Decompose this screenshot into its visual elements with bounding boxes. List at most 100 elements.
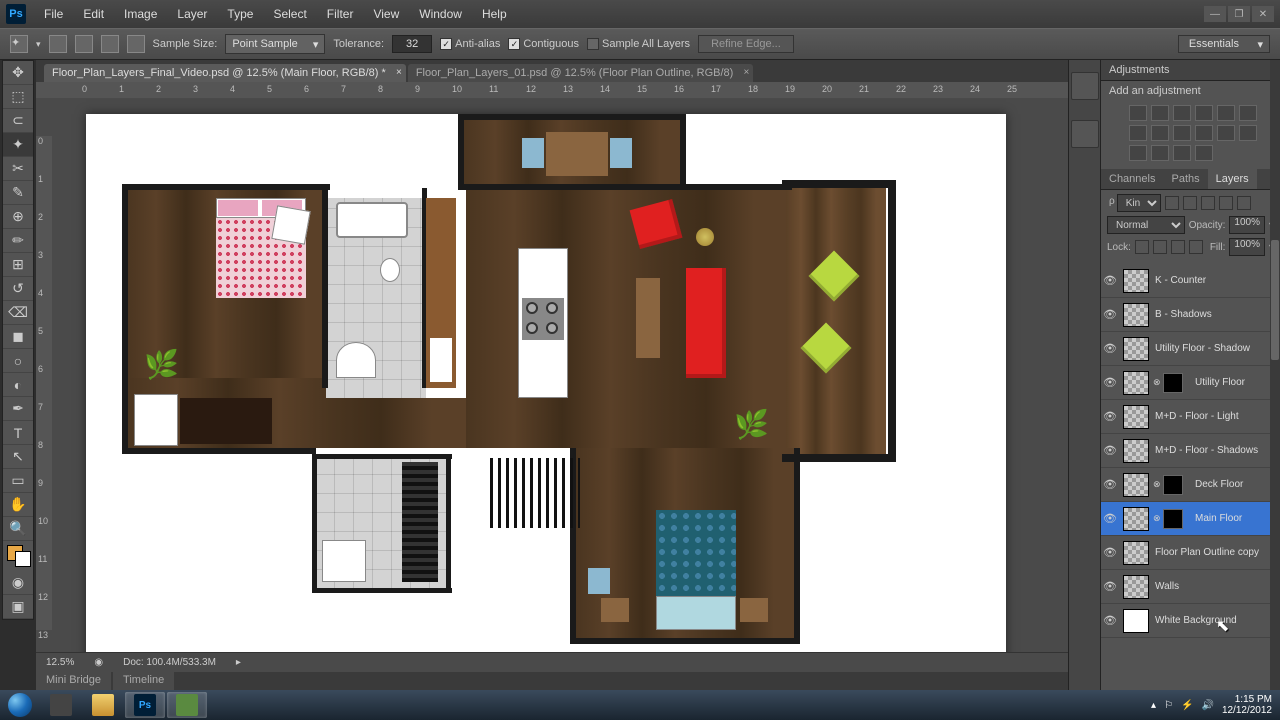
- taskbar-explorer[interactable]: [83, 692, 123, 718]
- menu-edit[interactable]: Edit: [73, 7, 114, 21]
- eraser-tool[interactable]: ⌫: [3, 301, 33, 325]
- layer-name[interactable]: Utility Floor - Shadow: [1153, 343, 1280, 354]
- history-brush-tool[interactable]: ↺: [3, 277, 33, 301]
- visibility-icon[interactable]: 👁: [1101, 342, 1119, 355]
- layer-thumbnail[interactable]: [1123, 609, 1149, 633]
- zoom-level[interactable]: 12.5%: [46, 657, 74, 668]
- tray-flag-icon[interactable]: ⚐: [1164, 700, 1173, 711]
- healing-tool[interactable]: ⊕: [3, 205, 33, 229]
- visibility-icon[interactable]: 👁: [1101, 308, 1119, 321]
- layer-row[interactable]: 👁⊗Deck Floor: [1101, 468, 1280, 502]
- brightness-adjustment-icon[interactable]: [1129, 105, 1147, 121]
- document-tab-2[interactable]: Floor_Plan_Layers_01.psd @ 12.5% (Floor …: [408, 64, 754, 82]
- stamp-tool[interactable]: ⊞: [3, 253, 33, 277]
- hue-adjustment-icon[interactable]: [1239, 105, 1257, 121]
- taskbar-photoshop[interactable]: Ps: [125, 692, 165, 718]
- layer-row[interactable]: 👁Floor Plan Outline copy: [1101, 536, 1280, 570]
- lock-transparency-icon[interactable]: [1135, 240, 1149, 254]
- visibility-icon[interactable]: 👁: [1101, 580, 1119, 593]
- menu-view[interactable]: View: [363, 7, 409, 21]
- layer-name[interactable]: B - Shadows: [1153, 309, 1280, 320]
- tray-power-icon[interactable]: ⚡: [1181, 700, 1193, 711]
- colorlookup-adjustment-icon[interactable]: [1217, 125, 1235, 141]
- lasso-tool[interactable]: ⊂: [3, 109, 33, 133]
- layer-thumbnail[interactable]: [1123, 575, 1149, 599]
- layers-tab[interactable]: Layers: [1208, 169, 1257, 189]
- tool-dropdown-icon[interactable]: ▾: [36, 39, 41, 50]
- layer-name[interactable]: Deck Floor: [1187, 479, 1280, 490]
- layer-thumbnail[interactable]: [1123, 439, 1149, 463]
- close-tab-icon[interactable]: ×: [396, 67, 402, 78]
- system-tray[interactable]: ▴ ⚐ ⚡ 🔊 1:15 PM 12/12/2012: [1143, 694, 1280, 716]
- gradientmap-adjustment-icon[interactable]: [1173, 145, 1191, 161]
- selective-adjustment-icon[interactable]: [1195, 145, 1213, 161]
- gradient-tool[interactable]: ◼: [3, 325, 33, 349]
- layer-mask-thumbnail[interactable]: [1163, 373, 1183, 393]
- close-tab-icon[interactable]: ×: [743, 67, 749, 78]
- layer-thumbnail[interactable]: [1123, 269, 1149, 293]
- timeline-tab[interactable]: Timeline: [113, 672, 174, 690]
- menu-help[interactable]: Help: [472, 7, 517, 21]
- close-button[interactable]: ✕: [1252, 6, 1274, 22]
- magic-wand-tool[interactable]: ✦: [3, 133, 33, 157]
- subtract-selection-icon[interactable]: [101, 35, 119, 53]
- visibility-icon[interactable]: 👁: [1101, 614, 1119, 627]
- posterize-adjustment-icon[interactable]: [1129, 145, 1147, 161]
- lock-all-icon[interactable]: [1189, 240, 1203, 254]
- document-tab-1[interactable]: Floor_Plan_Layers_Final_Video.psd @ 12.5…: [44, 64, 406, 82]
- layer-row[interactable]: 👁 White Background: [1101, 604, 1280, 638]
- menu-filter[interactable]: Filter: [317, 7, 364, 21]
- visibility-icon[interactable]: 👁: [1101, 376, 1119, 389]
- refine-edge-button[interactable]: Refine Edge...: [698, 35, 794, 53]
- channelmixer-adjustment-icon[interactable]: [1195, 125, 1213, 141]
- hand-tool[interactable]: ✋: [3, 493, 33, 517]
- marquee-tool[interactable]: ⬚: [3, 85, 33, 109]
- filter-type-icon[interactable]: [1201, 196, 1215, 210]
- colorbalance-adjustment-icon[interactable]: [1129, 125, 1147, 141]
- crop-tool[interactable]: ✂: [3, 157, 33, 181]
- layer-name[interactable]: Utility Floor: [1187, 377, 1280, 388]
- layer-row[interactable]: 👁 Utility Floor - Shadow: [1101, 332, 1280, 366]
- layer-row[interactable]: 👁M+D - Floor - Shadows: [1101, 434, 1280, 468]
- visibility-icon[interactable]: 👁: [1101, 410, 1119, 423]
- layer-thumbnail[interactable]: [1123, 541, 1149, 565]
- layer-row[interactable]: 👁M+D - Floor - Light: [1101, 400, 1280, 434]
- shape-tool[interactable]: ▭: [3, 469, 33, 493]
- zoom-tool[interactable]: 🔍: [3, 517, 33, 541]
- color-swatches[interactable]: [3, 541, 33, 571]
- paths-tab[interactable]: Paths: [1163, 169, 1207, 189]
- workspace-select[interactable]: Essentials: [1178, 35, 1270, 53]
- layer-row[interactable]: 👁 B - Shadows: [1101, 298, 1280, 332]
- layer-row[interactable]: 👁⊗Main Floor: [1101, 502, 1280, 536]
- layer-name[interactable]: Main Floor: [1187, 513, 1280, 524]
- menu-file[interactable]: File: [34, 7, 73, 21]
- new-selection-icon[interactable]: [49, 35, 67, 53]
- dodge-tool[interactable]: ◐: [3, 373, 33, 397]
- add-selection-icon[interactable]: [75, 35, 93, 53]
- contiguous-checkbox[interactable]: ✓: [508, 38, 520, 50]
- layer-name[interactable]: White Background: [1153, 615, 1280, 626]
- layer-thumbnail[interactable]: [1123, 303, 1149, 327]
- doc-info-dropdown-icon[interactable]: ▸: [236, 657, 241, 668]
- path-tool[interactable]: ↖: [3, 445, 33, 469]
- layer-row[interactable]: 👁⊗Utility Floor: [1101, 366, 1280, 400]
- lock-pixels-icon[interactable]: [1153, 240, 1167, 254]
- layer-scrollbar[interactable]: [1270, 264, 1280, 698]
- blur-tool[interactable]: ○: [3, 349, 33, 373]
- history-panel-icon[interactable]: [1071, 72, 1099, 100]
- layer-filter-select[interactable]: Kind: [1117, 194, 1161, 212]
- blend-mode-select[interactable]: Normal: [1107, 216, 1185, 234]
- menu-type[interactable]: Type: [217, 7, 263, 21]
- taskbar-app-2[interactable]: [167, 692, 207, 718]
- layer-row[interactable]: 👁K - Counter: [1101, 264, 1280, 298]
- layer-list[interactable]: 👁K - Counter👁B - Shadows👁Utility Floor -…: [1101, 264, 1280, 698]
- visibility-icon[interactable]: 👁: [1101, 546, 1119, 559]
- mini-bridge-tab[interactable]: Mini Bridge: [36, 672, 111, 690]
- taskbar-app-1[interactable]: [41, 692, 81, 718]
- eyedropper-tool[interactable]: ✎: [3, 181, 33, 205]
- visibility-icon[interactable]: 👁: [1101, 274, 1119, 287]
- layer-thumbnail[interactable]: [1123, 405, 1149, 429]
- layer-thumbnail[interactable]: [1123, 337, 1149, 361]
- screenmode-tool[interactable]: ▣: [3, 595, 33, 619]
- sample-size-select[interactable]: Point Sample▾: [225, 34, 325, 54]
